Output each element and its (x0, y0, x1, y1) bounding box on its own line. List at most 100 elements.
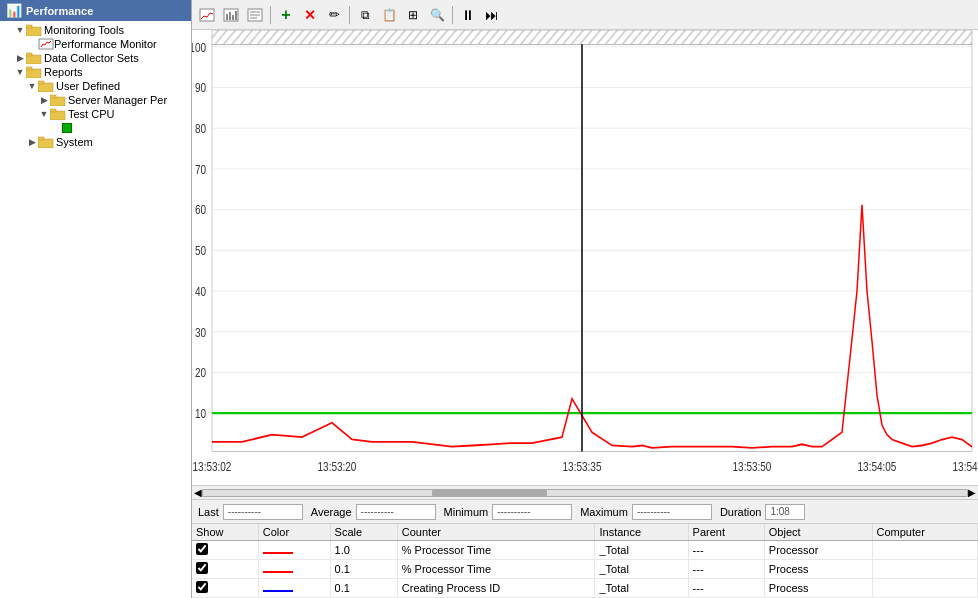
view-report-button[interactable] (244, 4, 266, 26)
svg-rect-29 (212, 44, 972, 451)
cell-scale: 1.0 (330, 541, 397, 560)
col-scale: Scale (330, 524, 397, 541)
sidebar-item-user-defined[interactable]: ▼ User Defined (0, 79, 191, 93)
counter-table: Show Color Scale Counter Instance Parent… (192, 523, 978, 598)
svg-text:13:54:12: 13:54:12 (953, 460, 978, 473)
col-color: Color (258, 524, 330, 541)
folder-icon-sm (50, 94, 66, 106)
sidebar-item-reports[interactable]: ▼ Reports (0, 65, 191, 79)
svg-rect-13 (38, 139, 53, 148)
performance-icon: 📊 (6, 3, 22, 18)
green-square-icon (62, 123, 72, 133)
cell-scale: 0.1 (330, 579, 397, 598)
scrollbar-area[interactable]: ◀ ▶ (192, 485, 978, 499)
sidebar-item-monitoring-tools[interactable]: ▼ Monitoring Tools (0, 23, 191, 37)
svg-text:60: 60 (195, 204, 206, 217)
perf-monitor-icon (38, 38, 54, 50)
svg-text:50: 50 (195, 244, 206, 257)
properties-button[interactable]: ⊞ (402, 4, 424, 26)
svg-text:13:53:50: 13:53:50 (733, 460, 772, 473)
copy-button[interactable]: ⧉ (354, 4, 376, 26)
scroll-right-button[interactable]: ▶ (968, 487, 976, 498)
svg-rect-8 (38, 81, 44, 84)
table-row: 1.0% Processor Time_Total---Processor (192, 541, 978, 560)
sidebar-title: Performance (26, 5, 93, 17)
toolbar: + ✕ ✏ ⧉ 📋 ⊞ 🔍 ⏸ ⏭ (192, 0, 978, 30)
minimum-label: Minimum (444, 506, 489, 518)
scroll-left-button[interactable]: ◀ (194, 487, 202, 498)
view-histogram-button[interactable] (220, 4, 242, 26)
col-object: Object (764, 524, 872, 541)
scrollbar-thumb[interactable] (432, 490, 547, 496)
expand-icon-ud: ▼ (26, 80, 38, 92)
svg-text:13:54:05: 13:54:05 (858, 460, 897, 473)
counter-checkbox-0[interactable] (196, 543, 208, 555)
svg-rect-10 (50, 95, 56, 98)
server-manager-label: Server Manager Per (68, 94, 167, 106)
svg-rect-3 (26, 55, 41, 64)
chart-area: 100 90 80 70 60 50 40 (192, 30, 978, 485)
delete-counter-button[interactable]: ✕ (299, 4, 321, 26)
zoom-button[interactable]: 🔍 (426, 4, 448, 26)
cell-parent: --- (688, 560, 764, 579)
svg-rect-1 (26, 25, 32, 28)
sidebar-item-system[interactable]: ▶ System (0, 135, 191, 149)
counters-table-element: Show Color Scale Counter Instance Parent… (192, 524, 978, 598)
pause-button[interactable]: ⏸ (457, 4, 479, 26)
sidebar-item-data-collector-sets[interactable]: ▶ Data Collector Sets (0, 51, 191, 65)
svg-text:13:53:35: 13:53:35 (563, 460, 602, 473)
svg-rect-12 (50, 109, 56, 112)
folder-icon (26, 24, 42, 36)
last-value: ---------- (223, 504, 303, 520)
svg-text:20: 20 (195, 366, 206, 379)
sidebar-item-server-manager[interactable]: ▶ Server Manager Per (0, 93, 191, 107)
stop-button[interactable]: ⏭ (481, 4, 503, 26)
expand-icon-tc: ▼ (38, 108, 50, 120)
table-row: 0.1% Processor Time_Total---Process (192, 560, 978, 579)
folder-icon-sys (38, 136, 54, 148)
scrollbar-track[interactable] (202, 489, 968, 497)
svg-rect-15 (200, 9, 214, 21)
average-label: Average (311, 506, 352, 518)
col-parent: Parent (688, 524, 764, 541)
highlight-button[interactable]: ✏ (323, 4, 345, 26)
sep1 (270, 6, 271, 24)
system-label: System (56, 136, 93, 148)
cell-instance: _Total (595, 560, 688, 579)
col-show: Show (192, 524, 258, 541)
view-graph-button[interactable] (196, 4, 218, 26)
stats-row: Last ---------- Average ---------- Minim… (192, 499, 978, 523)
svg-rect-20 (235, 11, 237, 20)
svg-text:40: 40 (195, 285, 206, 298)
main-panel: + ✕ ✏ ⧉ 📋 ⊞ 🔍 ⏸ ⏭ (192, 0, 978, 598)
expand-icon-pm (26, 38, 38, 50)
cell-color (258, 541, 330, 560)
cell-show (192, 560, 258, 579)
col-counter: Counter (397, 524, 595, 541)
expand-icon-sm: ▶ (38, 94, 50, 106)
sidebar-item-performance-monitor[interactable]: Performance Monitor (0, 37, 191, 51)
sidebar-item-test-cpu-child[interactable] (0, 121, 191, 135)
folder-icon-tc (50, 108, 66, 120)
svg-text:100: 100 (192, 41, 206, 54)
paste-button[interactable]: 📋 (378, 4, 400, 26)
cell-computer (872, 560, 978, 579)
duration-value: 1:08 (765, 504, 805, 520)
data-collector-sets-label: Data Collector Sets (44, 52, 139, 64)
counter-checkbox-1[interactable] (196, 562, 208, 574)
cell-object: Processor (764, 541, 872, 560)
add-counter-button[interactable]: + (275, 4, 297, 26)
cell-instance: _Total (595, 541, 688, 560)
cell-counter: % Processor Time (397, 560, 595, 579)
color-swatch-0 (263, 552, 293, 554)
svg-text:10: 10 (195, 407, 206, 420)
svg-rect-17 (226, 14, 228, 20)
cell-computer (872, 579, 978, 598)
maximum-label: Maximum (580, 506, 628, 518)
chart-svg: 100 90 80 70 60 50 40 (192, 30, 978, 485)
sidebar-header: 📊 Performance (0, 0, 191, 21)
counter-checkbox-2[interactable] (196, 581, 208, 593)
sidebar-item-test-cpu[interactable]: ▼ Test CPU (0, 107, 191, 121)
tree: ▼ Monitoring Tools Performance Monitor ▶… (0, 21, 191, 151)
svg-rect-11 (50, 111, 65, 120)
